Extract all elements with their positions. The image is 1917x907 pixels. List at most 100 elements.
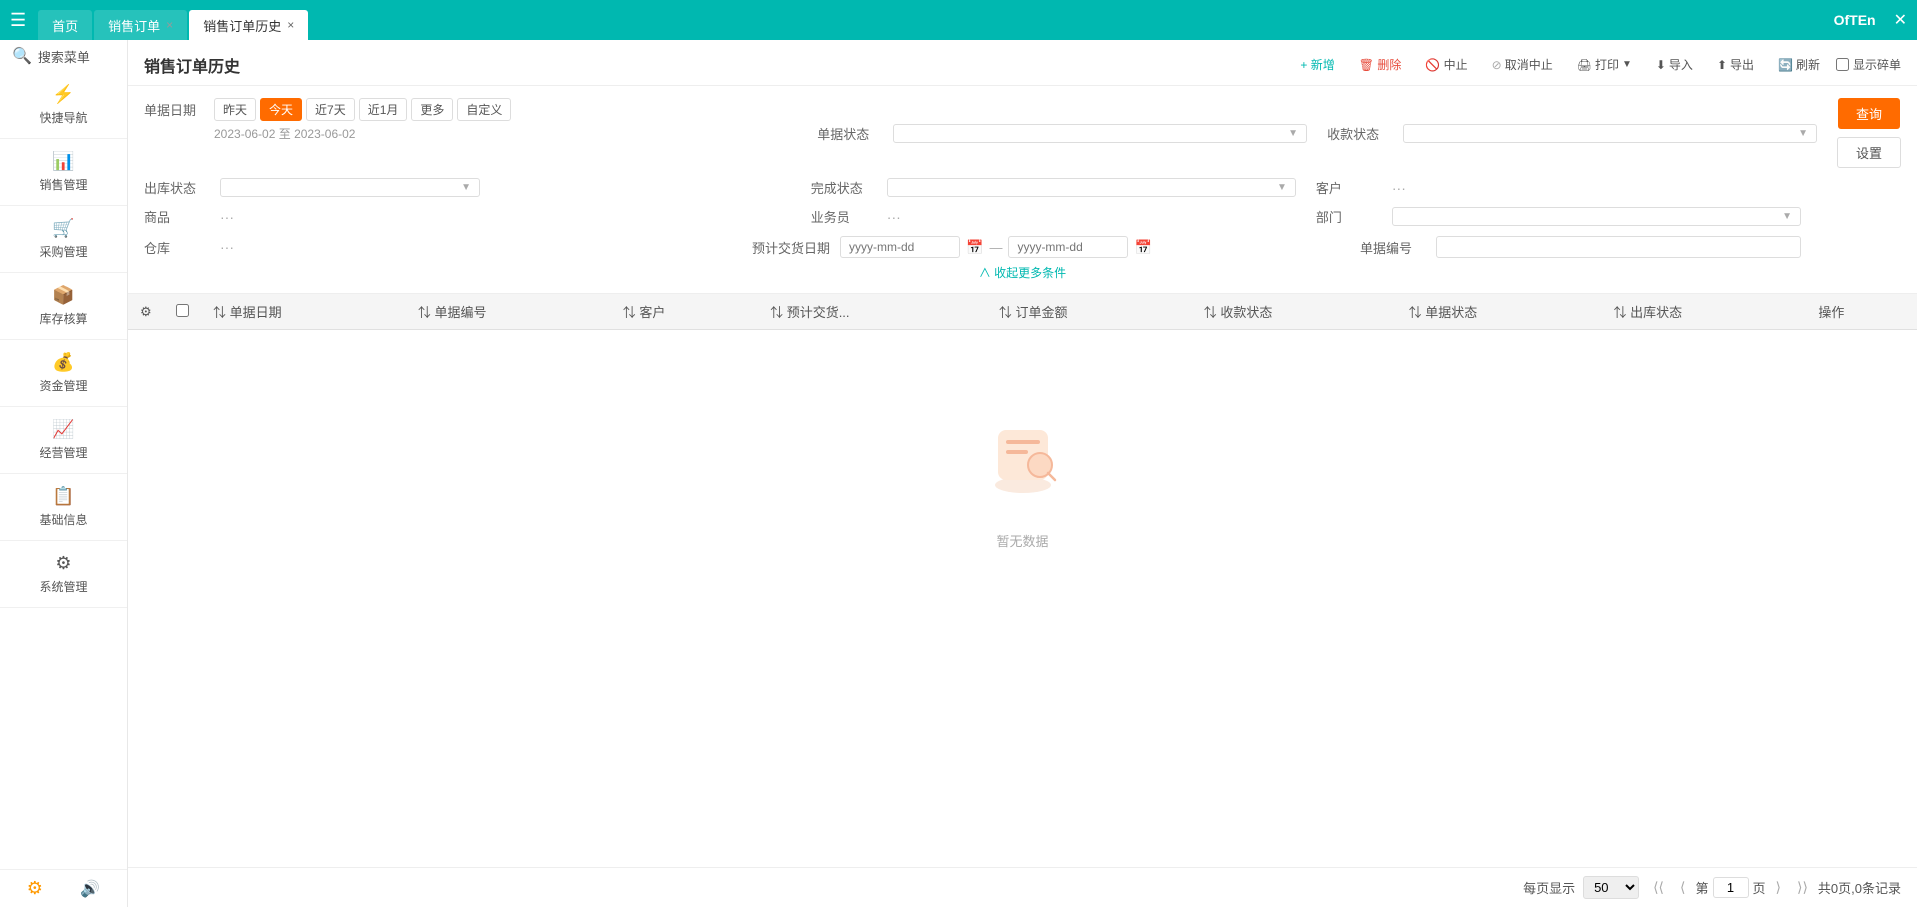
tabs-container: 首页销售订单×销售订单历史× [38,0,310,40]
th-bill-date[interactable]: ⇅ 单据日期 [201,294,406,330]
sidebar-bottom: ⚙ 🔊 [0,869,127,907]
prev-page-btn[interactable]: ⟨ [1674,877,1691,898]
first-page-btn[interactable]: ⟨⟨ [1647,877,1670,898]
display-checkbox[interactable] [1836,58,1849,71]
dept-select[interactable]: ▼ [1392,207,1801,226]
page-label: 第 [1695,878,1708,897]
customer-label: 客户 [1316,178,1386,197]
th-order-amount[interactable]: ⇅ 订单金额 [987,294,1192,330]
settings-bottom-icon[interactable]: ⚙ [27,878,43,899]
page-number-input[interactable] [1713,877,1749,898]
tab-销售订单[interactable]: 销售订单× [94,10,187,40]
next-page-btn[interactable]: ⟩ [1770,877,1787,898]
tab-close-icon[interactable]: × [287,18,294,32]
th-bill-status[interactable]: ⇅ 单据状态 [1397,294,1602,330]
date-btn-yesterday[interactable]: 昨天 [214,98,256,121]
delivery-date-label: 预计交货日期 [752,238,834,257]
sidebar-item-系统管理[interactable]: ⚙系统管理 [0,541,127,608]
dept-label: 部门 [1316,207,1386,226]
table-header: ⚙ ⇅ 单据日期 ⇅ 单据编号 ⇅ 客户 [128,294,1917,330]
date-filter-label: 单据日期 [144,100,214,119]
export-button[interactable]: ⬆ 导出 [1709,52,1762,77]
date-range-display: 2023-06-02 至 2023-06-02 [144,125,355,142]
product-more[interactable]: ··· [220,209,234,225]
page-title: 销售订单历史 [144,53,240,77]
th-checkbox[interactable] [164,294,201,330]
collapse-filter[interactable]: ∧ 收起更多条件 [144,264,1901,281]
print-icon: 🖨 [1577,58,1592,72]
close-window-icon[interactable]: ✕ [1894,10,1907,30]
th-customer[interactable]: ⇅ 客户 [611,294,758,330]
date-btn-custom[interactable]: 自定义 [457,98,511,121]
delivery-date-to[interactable] [1008,236,1128,258]
salesman-more[interactable]: ··· [887,209,901,225]
warehouse-more[interactable]: ··· [220,239,234,255]
sidebar-item-label: 快捷导航 [39,109,87,126]
page-label2: 页 [1753,878,1766,897]
refresh-button[interactable]: 🔄 刷新 [1770,52,1828,77]
th-settings[interactable]: ⚙ [128,294,164,330]
th-bill-no[interactable]: ⇅ 单据编号 [406,294,611,330]
dept-arrow: ▼ [1782,211,1792,222]
tab-close-icon[interactable]: × [166,18,173,32]
last-page-btn[interactable]: ⟩⟩ [1791,877,1814,898]
sidebar-item-资金管理[interactable]: 💰资金管理 [0,340,127,407]
customer-more[interactable]: ··· [1392,180,1406,196]
bill-status-select[interactable]: ▼ [893,124,1307,143]
bill-no-input[interactable] [1436,236,1801,258]
print-button[interactable]: 🖨 打印 ▼ [1569,52,1640,77]
delivery-date-from[interactable] [840,236,960,258]
main-layout: 🔍 搜索菜单 ⚡快捷导航📊销售管理🛒采购管理📦库存核算💰资金管理📈经营管理📋基础… [0,40,1917,907]
sidebar-item-快捷导航[interactable]: ⚡快捷导航 [0,72,127,139]
volume-icon[interactable]: 🔊 [80,879,100,899]
stop-button[interactable]: 🚫 中止 [1417,52,1475,77]
per-page-select[interactable]: 50 100 200 [1583,876,1639,899]
sidebar-item-经营管理[interactable]: 📈经营管理 [0,407,127,474]
tab-首页[interactable]: 首页 [38,10,92,40]
import-button[interactable]: ⬇ 导入 [1648,52,1701,77]
sidebar-item-销售管理[interactable]: 📊销售管理 [0,139,127,206]
delete-button[interactable]: 🗑 删除 [1351,52,1410,77]
payment-status-label: 收款状态 [1327,124,1397,143]
sidebar-icon: 📋 [52,486,74,507]
warehouse-label: 仓库 [144,238,214,257]
cancel-stop-icon: ⊘ [1492,58,1502,72]
tab-销售订单历史[interactable]: 销售订单历史× [189,10,308,40]
date-btn-more[interactable]: 更多 [411,98,453,121]
select-all-checkbox[interactable] [176,304,189,317]
out-status-select[interactable]: ▼ [220,178,480,197]
calendar-from-icon[interactable]: 📅 [966,239,983,256]
th-payment-status[interactable]: ⇅ 收款状态 [1192,294,1397,330]
date-btn-1month[interactable]: 近1月 [359,98,408,121]
salesman-label: 业务员 [811,207,881,226]
set-button[interactable]: 设置 [1837,137,1901,168]
sidebar-item-库存核算[interactable]: 📦库存核算 [0,273,127,340]
table-area: ⚙ ⇅ 单据日期 ⇅ 单据编号 ⇅ 客户 [128,294,1917,867]
total-text: 共0页,0条记录 [1818,878,1901,897]
export-icon: ⬆ [1717,58,1727,72]
payment-status-arrow: ▼ [1798,128,1808,139]
th-delivery-date[interactable]: ⇅ 预计交货... [758,294,987,330]
table-footer: 每页显示 50 100 200 ⟨⟨ ⟨ 第 页 ⟩ ⟩⟩ 共0页,0条记录 [128,867,1917,907]
date-btn-today[interactable]: 今天 [260,98,302,121]
page-header: 销售订单历史 + 新增 🗑 删除 🚫 中止 ⊘ 取消中止 🖨 打印 ▼ ⬇ 导入 [128,40,1917,86]
sidebar-item-采购管理[interactable]: 🛒采购管理 [0,206,127,273]
calendar-to-icon[interactable]: 📅 [1134,239,1151,256]
complete-status-select[interactable]: ▼ [887,178,1296,197]
search-menu[interactable]: 🔍 搜索菜单 [0,40,127,72]
toolbar: + 新增 🗑 删除 🚫 中止 ⊘ 取消中止 🖨 打印 ▼ ⬇ 导入 ⬆ [1292,52,1901,77]
th-out-status[interactable]: ⇅ 出库状态 [1601,294,1806,330]
sidebar-icon: 📦 [52,285,74,306]
sidebar-items: ⚡快捷导航📊销售管理🛒采购管理📦库存核算💰资金管理📈经营管理📋基础信息⚙系统管理 [0,72,127,608]
search-menu-icon[interactable]: ☰ [10,10,26,31]
pagination: ⟨⟨ ⟨ 第 页 ⟩ ⟩⟩ 共0页,0条记录 [1647,877,1901,898]
sidebar-item-基础信息[interactable]: 📋基础信息 [0,474,127,541]
query-button[interactable]: 查询 [1838,98,1900,129]
settings-icon[interactable]: ⚙ [140,304,152,319]
complete-status-label: 完成状态 [811,178,881,197]
payment-status-select[interactable]: ▼ [1403,124,1817,143]
date-btn-7days[interactable]: 近7天 [306,98,355,121]
action-buttons: 查询 设置 [1837,98,1901,168]
new-button[interactable]: + 新增 [1292,52,1342,77]
cancel-stop-button[interactable]: ⊘ 取消中止 [1484,52,1561,77]
